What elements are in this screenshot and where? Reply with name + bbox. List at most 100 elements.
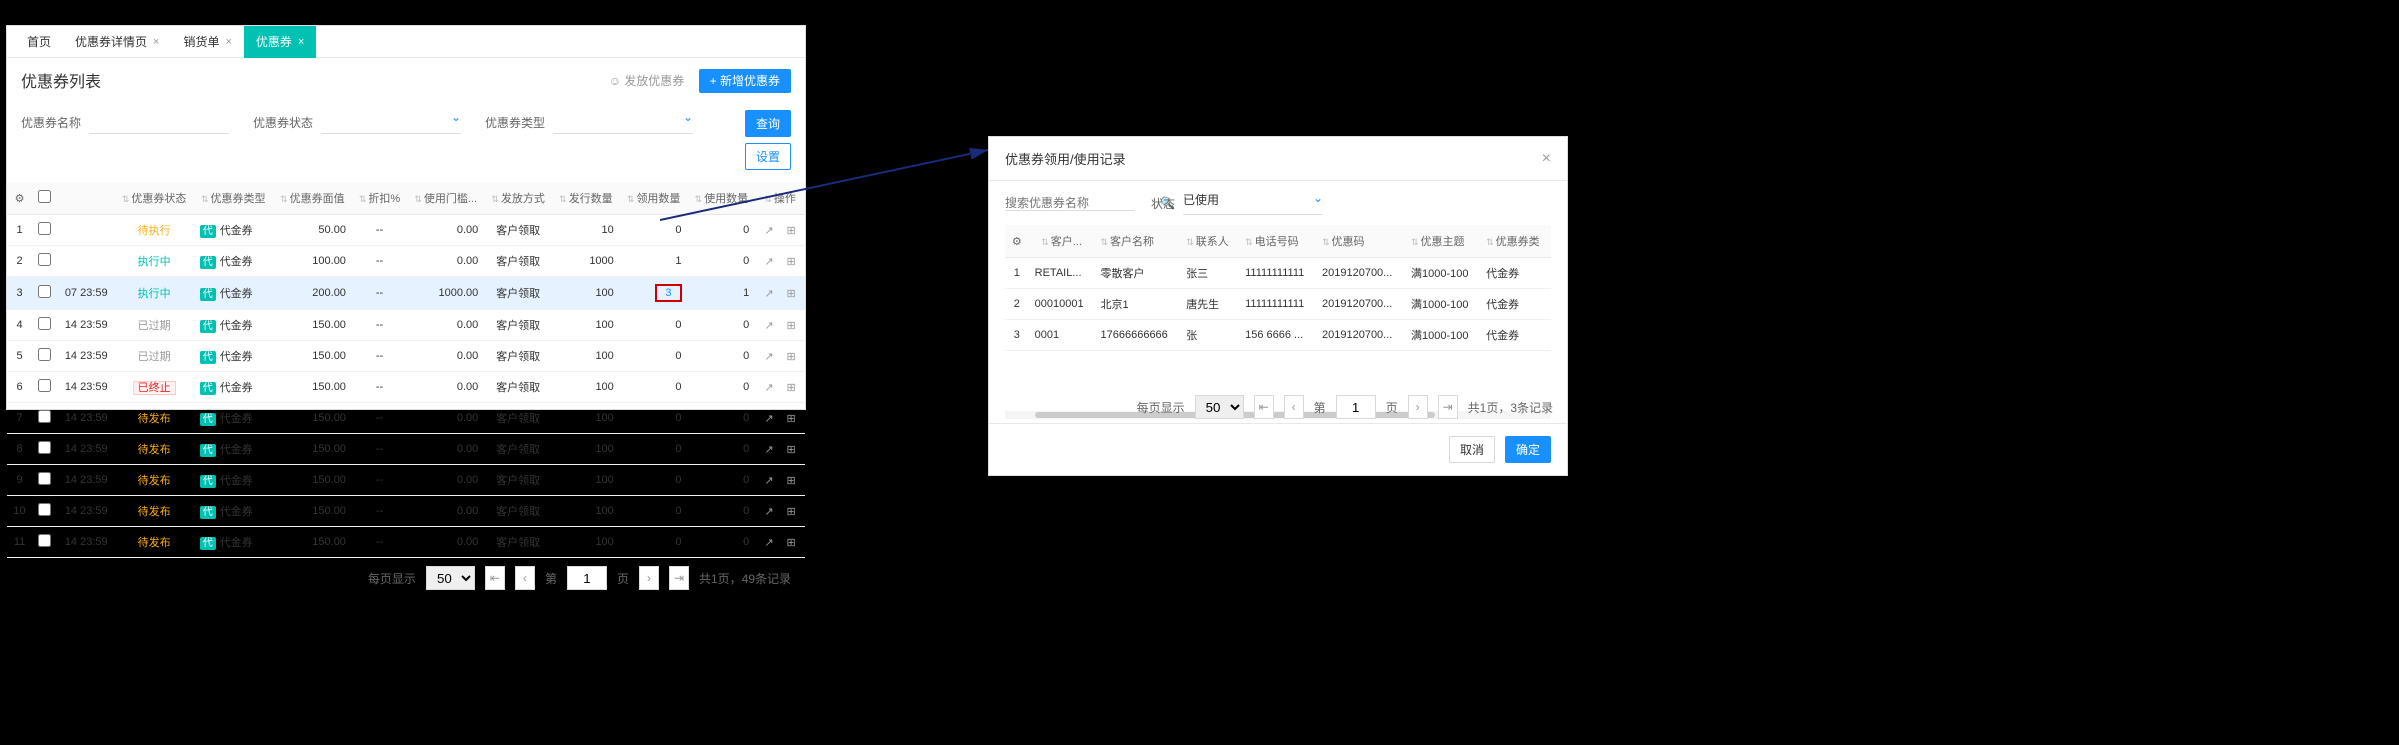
- table-row[interactable]: 1 待执行 代代金券 50.00 -- 0.00 客户领取 10 0 0 ↗⊞: [7, 215, 805, 246]
- column-header[interactable]: [32, 182, 58, 215]
- cancel-button[interactable]: 取消: [1449, 436, 1495, 463]
- column-header[interactable]: ⇅优惠主题: [1405, 225, 1480, 258]
- qr-icon[interactable]: ⊞: [784, 535, 798, 549]
- modal-prev-page-button[interactable]: ‹: [1284, 395, 1304, 419]
- column-header[interactable]: ⇅客户名称: [1095, 225, 1181, 258]
- column-header[interactable]: ⇅领用数量: [620, 182, 688, 215]
- share-icon[interactable]: ↗: [762, 535, 776, 549]
- sort-icon[interactable]: ⇅: [764, 194, 772, 204]
- tab-home[interactable]: 首页: [15, 26, 63, 58]
- column-header[interactable]: ⇅优惠券类: [1480, 225, 1551, 258]
- sort-icon[interactable]: ⇅: [1486, 237, 1494, 247]
- table-row[interactable]: 2 执行中 代代金券 100.00 -- 0.00 客户领取 1000 1 0 …: [7, 246, 805, 277]
- column-header[interactable]: ⇅客户...: [1029, 225, 1095, 258]
- distribute-coupon-button[interactable]: ☺ 发放优惠券: [598, 69, 696, 93]
- column-header[interactable]: ⇅优惠码: [1316, 225, 1405, 258]
- column-header[interactable]: ⇅联系人: [1180, 225, 1239, 258]
- row-checkbox[interactable]: [38, 253, 51, 266]
- qr-icon[interactable]: ⊞: [784, 442, 798, 456]
- table-row[interactable]: 7 14 23:59 待发布 代代金券 150.00 -- 0.00 客户领取 …: [7, 403, 805, 434]
- share-icon[interactable]: ↗: [762, 473, 776, 487]
- column-header[interactable]: [1005, 225, 1029, 258]
- column-header[interactable]: ⇅折扣%: [352, 182, 407, 215]
- row-checkbox[interactable]: [38, 222, 51, 235]
- column-header[interactable]: ⇅电话号码: [1239, 225, 1316, 258]
- sort-icon[interactable]: ⇅: [559, 194, 567, 204]
- filter-type-select[interactable]: ⌄: [553, 110, 693, 134]
- share-icon[interactable]: ↗: [762, 223, 776, 237]
- settings-button[interactable]: 设置: [745, 143, 791, 170]
- table-row[interactable]: 3 0001 17666666666 张 156 6666 ... 201912…: [1005, 320, 1551, 351]
- sort-icon[interactable]: ⇅: [627, 194, 635, 204]
- modal-page-input[interactable]: [1336, 395, 1376, 419]
- column-header[interactable]: ⇅优惠券状态: [115, 182, 194, 215]
- sort-icon[interactable]: ⇅: [1245, 237, 1253, 247]
- tab-coupon-detail[interactable]: 优惠券详情页×: [63, 26, 171, 58]
- close-icon[interactable]: ×: [1542, 150, 1551, 168]
- modal-per-page-select[interactable]: 50: [1195, 395, 1244, 419]
- qr-icon[interactable]: ⊞: [784, 380, 798, 394]
- sort-icon[interactable]: ⇅: [1411, 237, 1419, 247]
- table-row[interactable]: 5 14 23:59 已过期 代代金券 150.00 -- 0.00 客户领取 …: [7, 341, 805, 372]
- modal-status-select[interactable]: 已使用⌄: [1183, 191, 1323, 215]
- sort-icon[interactable]: ⇅: [1041, 237, 1049, 247]
- sort-icon[interactable]: ⇅: [122, 194, 130, 204]
- column-header[interactable]: ⇅操作: [755, 182, 805, 215]
- modal-last-page-button[interactable]: ⇥: [1438, 395, 1458, 419]
- table-row[interactable]: 1 RETAIL... 零散客户 张三 11111111111 20191207…: [1005, 258, 1551, 289]
- sort-icon[interactable]: ⇅: [280, 194, 288, 204]
- sort-icon[interactable]: ⇅: [359, 194, 367, 204]
- share-icon[interactable]: ↗: [762, 349, 776, 363]
- table-row[interactable]: 6 14 23:59 已终止 代代金券 150.00 -- 0.00 客户领取 …: [7, 372, 805, 403]
- column-header[interactable]: ⇅发放方式: [484, 182, 552, 215]
- search-input[interactable]: [1005, 196, 1160, 210]
- qr-icon[interactable]: ⊞: [784, 223, 798, 237]
- add-coupon-button[interactable]: + 新增优惠券: [699, 69, 791, 93]
- column-header[interactable]: ⇅使用门槛...: [407, 182, 484, 215]
- prev-page-button[interactable]: ‹: [515, 566, 535, 590]
- column-header[interactable]: ⇅优惠券面值: [273, 182, 352, 215]
- tab-sales-order[interactable]: 销货单×: [171, 26, 243, 58]
- row-checkbox[interactable]: [38, 472, 51, 485]
- sort-icon[interactable]: ⇅: [414, 194, 422, 204]
- page-input[interactable]: [567, 566, 607, 590]
- row-checkbox[interactable]: [38, 441, 51, 454]
- per-page-select[interactable]: 50: [426, 566, 475, 590]
- table-row[interactable]: 11 14 23:59 待发布 代代金券 150.00 -- 0.00 客户领取…: [7, 527, 805, 558]
- column-header[interactable]: ⇅使用数量: [688, 182, 756, 215]
- modal-next-page-button[interactable]: ›: [1408, 395, 1428, 419]
- table-row[interactable]: 4 14 23:59 已过期 代代金券 150.00 -- 0.00 客户领取 …: [7, 310, 805, 341]
- close-icon[interactable]: ×: [298, 26, 304, 58]
- filter-status-select[interactable]: ⌄: [321, 110, 461, 134]
- sort-icon[interactable]: ⇅: [491, 194, 499, 204]
- ok-button[interactable]: 确定: [1505, 436, 1551, 463]
- column-header[interactable]: ⇅发行数量: [552, 182, 620, 215]
- table-row[interactable]: 9 14 23:59 待发布 代代金券 150.00 -- 0.00 客户领取 …: [7, 465, 805, 496]
- qr-icon[interactable]: ⊞: [784, 254, 798, 268]
- qr-icon[interactable]: ⊞: [784, 504, 798, 518]
- qr-icon[interactable]: ⊞: [784, 473, 798, 487]
- table-row[interactable]: 3 07 23:59 执行中 代代金券 200.00 -- 1000.00 客户…: [7, 277, 805, 310]
- qr-icon[interactable]: ⊞: [784, 286, 798, 300]
- modal-first-page-button[interactable]: ⇤: [1254, 395, 1274, 419]
- row-checkbox[interactable]: [38, 317, 51, 330]
- qr-icon[interactable]: ⊞: [784, 318, 798, 332]
- tab-coupon[interactable]: 优惠券×: [244, 26, 316, 58]
- sort-icon[interactable]: ⇅: [1322, 237, 1330, 247]
- sort-icon[interactable]: ⇅: [695, 194, 703, 204]
- column-header[interactable]: [58, 182, 115, 215]
- query-button[interactable]: 查询: [745, 110, 791, 137]
- column-header[interactable]: ⇅优惠券类型: [194, 182, 273, 215]
- row-checkbox[interactable]: [38, 410, 51, 423]
- filter-name-input[interactable]: [89, 110, 229, 134]
- share-icon[interactable]: ↗: [762, 254, 776, 268]
- sort-icon[interactable]: ⇅: [201, 194, 209, 204]
- qr-icon[interactable]: ⊞: [784, 411, 798, 425]
- row-checkbox[interactable]: [38, 503, 51, 516]
- share-icon[interactable]: ↗: [762, 380, 776, 394]
- take-count-highlighted[interactable]: 3: [655, 284, 681, 302]
- share-icon[interactable]: ↗: [762, 411, 776, 425]
- row-checkbox[interactable]: [38, 348, 51, 361]
- qr-icon[interactable]: ⊞: [784, 349, 798, 363]
- table-row[interactable]: 10 14 23:59 待发布 代代金券 150.00 -- 0.00 客户领取…: [7, 496, 805, 527]
